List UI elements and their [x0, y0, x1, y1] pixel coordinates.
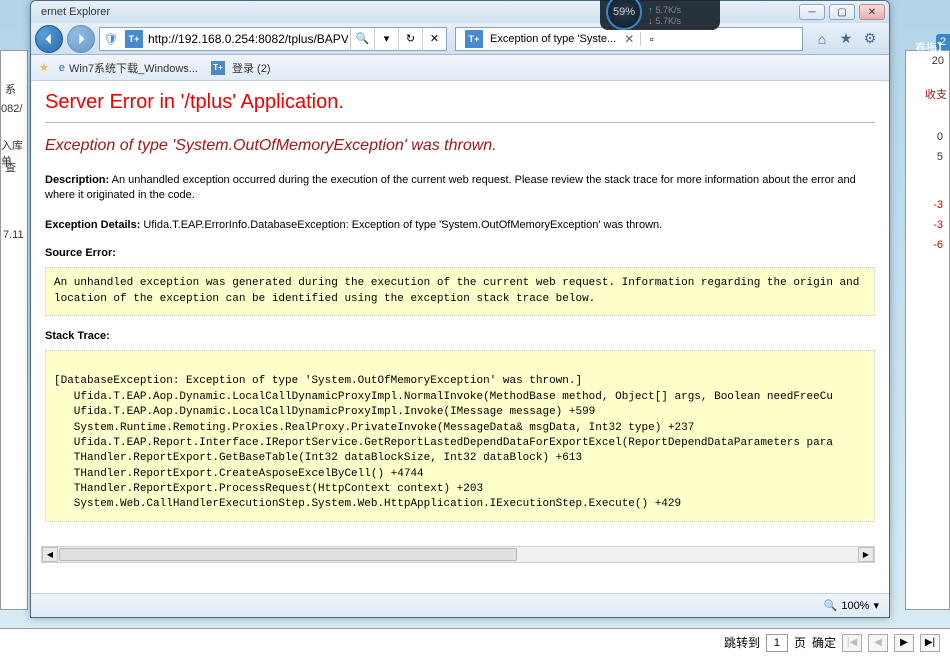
back-button[interactable]	[35, 25, 63, 53]
dropdown-button[interactable]: ▾	[374, 28, 398, 50]
favorites-star-icon[interactable]: ★	[39, 61, 49, 74]
background-right-panel: 收支 0 5 -3 -3 -6	[905, 50, 950, 610]
status-bar: 🔍 100% ▾	[31, 593, 889, 617]
tplus-favicon-icon: T+	[211, 61, 225, 75]
zoom-control[interactable]: 🔍 100% ▾	[824, 599, 879, 612]
magnifier-icon: 🔍	[824, 599, 838, 612]
stop-button[interactable]: ✕	[422, 28, 446, 50]
divider	[45, 122, 875, 123]
favorite-link-1[interactable]: e Win7系统下载_Windows...	[59, 60, 198, 76]
next-page-button[interactable]: ▶	[894, 634, 914, 652]
minimize-button[interactable]: ─	[799, 4, 825, 20]
pagination-bar: 跳转到 页 确定 |◀ ◀ ▶ ▶|	[0, 628, 950, 656]
tab-label: Exception of type 'Syste...	[490, 33, 616, 45]
site-favicon: T+	[125, 30, 143, 48]
source-error-label: Source Error:	[45, 247, 875, 259]
favorites-bar: ★ e Win7系统下载_Windows... T+ 登录 (2)	[31, 55, 889, 81]
network-usage-gauge: 59%	[606, 0, 642, 30]
page-number-input[interactable]	[766, 634, 788, 652]
stack-trace-block: [DatabaseException: Exception of type 'S…	[45, 350, 875, 522]
background-left-panel: 系 082/ 入库单 查 7.11	[0, 50, 28, 610]
description-paragraph: Description: An unhandled exception occu…	[45, 173, 875, 204]
new-tab-button[interactable]: ▫	[640, 32, 662, 46]
exception-message: Exception of type 'System.OutOfMemoryExc…	[45, 137, 875, 155]
tab-close-icon[interactable]: ✕	[624, 32, 634, 46]
home-icon[interactable]: ⌂	[813, 30, 831, 48]
search-button[interactable]: 🔍	[350, 28, 374, 50]
first-page-button[interactable]: |◀	[842, 634, 862, 652]
favorite-link-2[interactable]: T+ 登录 (2)	[208, 60, 271, 76]
close-button[interactable]: ✕	[859, 4, 885, 20]
tab-bar: T+ Exception of type 'Syste... ✕ ▫	[455, 27, 803, 51]
scroll-right-button[interactable]: ▶	[858, 547, 874, 562]
page-content: Server Error in '/tplus' Application. Ex…	[31, 81, 889, 593]
network-monitor-overlay: 59% ↑5.7K/s ↓5.7K/s	[600, 0, 720, 30]
security-shield-icon[interactable]: 🛡	[100, 32, 122, 46]
page-suffix-label: 页	[794, 634, 806, 651]
aspnet-error-page: Server Error in '/tplus' Application. Ex…	[45, 91, 875, 522]
goto-label: 跳转到	[724, 634, 760, 651]
zoom-level: 100%	[841, 600, 869, 612]
zoom-dropdown-icon[interactable]: ▾	[873, 599, 879, 612]
last-page-button[interactable]: ▶|	[920, 634, 940, 652]
refresh-button[interactable]: ↻	[398, 28, 422, 50]
navigation-toolbar: 🛡 T+ 🔍 ▾ ↻ ✕ T+ Exception of type 'Syste…	[31, 23, 889, 55]
prev-page-button[interactable]: ◀	[868, 634, 888, 652]
exception-details-paragraph: Exception Details: Ufida.T.EAP.ErrorInfo…	[45, 218, 875, 233]
address-bar: 🛡 T+ 🔍 ▾ ↻ ✕	[99, 27, 447, 51]
error-heading: Server Error in '/tplus' Application.	[45, 91, 875, 114]
confirm-button[interactable]: 确定	[812, 634, 836, 651]
scrollbar-thumb[interactable]	[59, 548, 517, 561]
favorites-icon[interactable]: ★	[837, 30, 855, 48]
window-title: ernet Explorer	[35, 6, 110, 18]
settings-gear-icon[interactable]: ⚙	[861, 30, 879, 48]
scroll-left-button[interactable]: ◀	[42, 547, 58, 562]
stack-trace-label: Stack Trace:	[45, 330, 875, 342]
tab-favicon: T+	[465, 30, 483, 48]
forward-button[interactable]	[67, 25, 95, 53]
ie-browser-window: ernet Explorer ─ ▢ ✕ 🛡 T+ 🔍 ▾ ↻ ✕ T+ Exc…	[30, 0, 890, 618]
ie-favicon-icon: e	[59, 62, 65, 74]
maximize-button[interactable]: ▢	[829, 4, 855, 20]
tab-active[interactable]: T+ Exception of type 'Syste... ✕	[456, 28, 640, 50]
source-error-block: An unhandled exception was generated dur…	[45, 267, 875, 316]
address-input[interactable]	[146, 32, 350, 46]
horizontal-scrollbar[interactable]: ◀ ▶	[41, 546, 875, 563]
window-titlebar: ernet Explorer ─ ▢ ✕	[31, 1, 889, 23]
